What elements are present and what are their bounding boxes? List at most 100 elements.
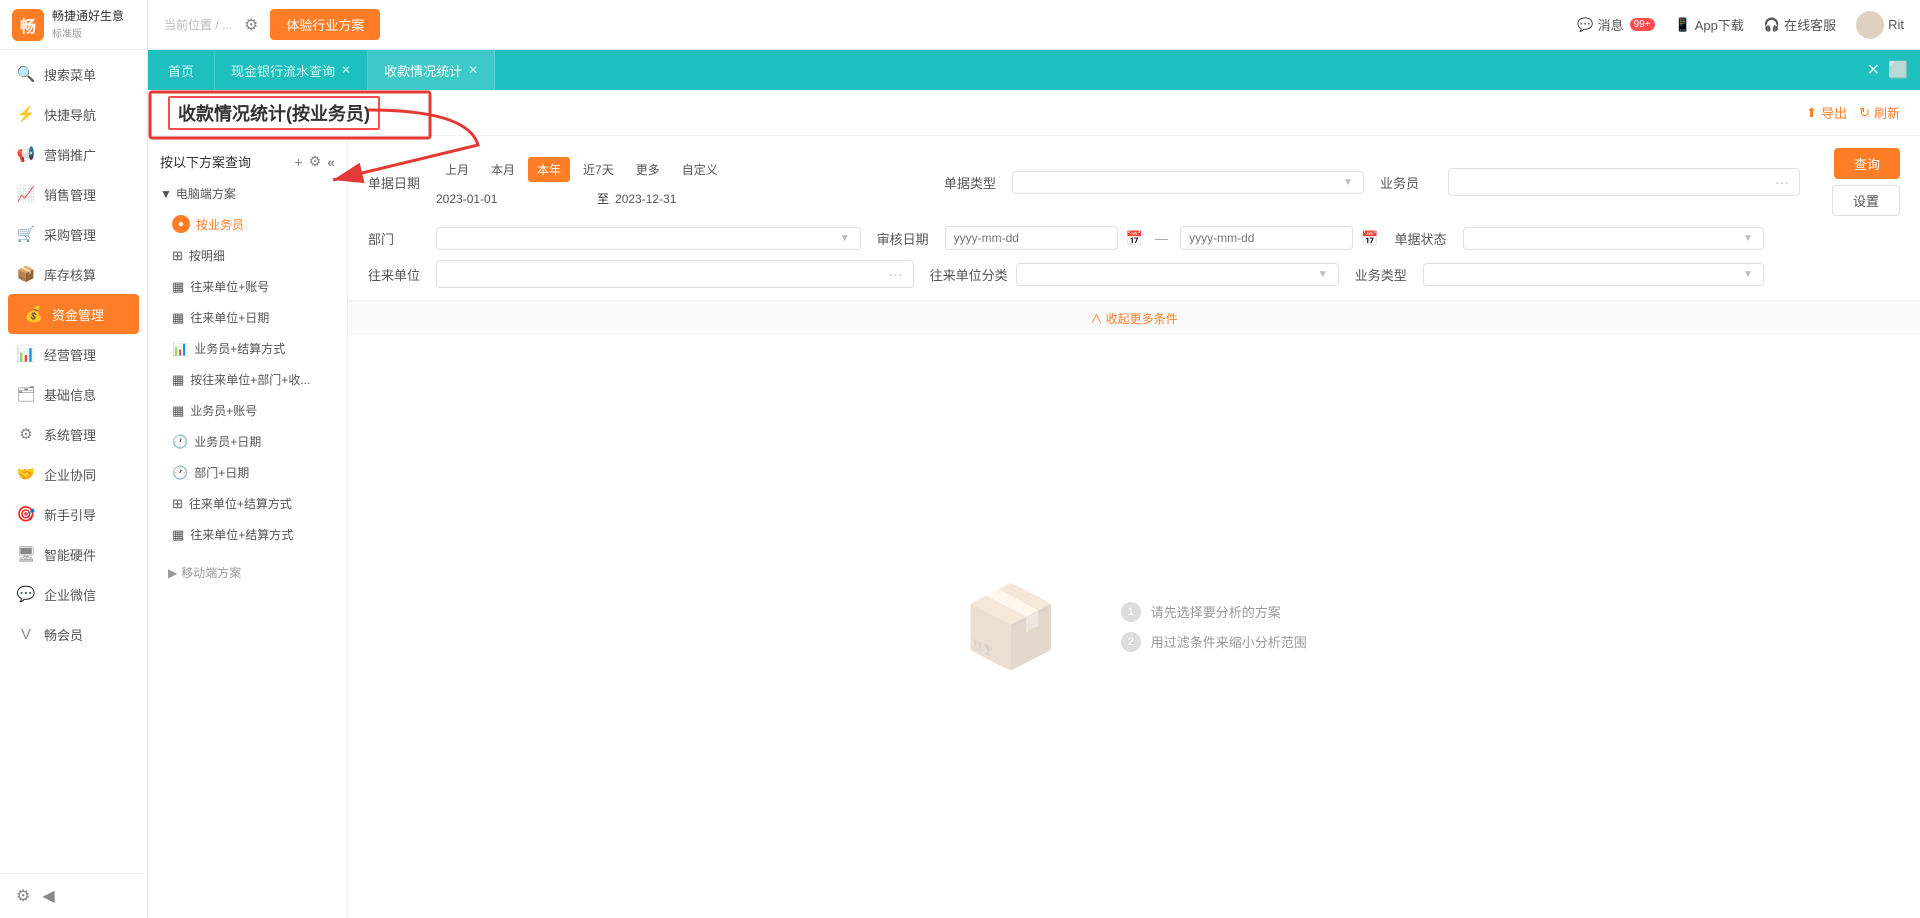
doc-type-select[interactable]: ▼ <box>1012 171 1364 194</box>
sidebar-item-operation[interactable]: 📊 经营管理 <box>0 334 147 374</box>
review-date-from[interactable] <box>945 226 1118 250</box>
scheme-by-salesperson[interactable]: ● 按业务员 <box>148 208 347 240</box>
review-date-icon-to[interactable]: 📅 <box>1361 230 1378 247</box>
scheme-unit-method1[interactable]: ⊞ 往来单位+结算方式 <box>148 488 347 519</box>
sidebar-item-label: 营销推广 <box>44 145 96 164</box>
dept-arrow: ▼ <box>840 233 850 244</box>
notification-action[interactable]: 💬 消息 99+ <box>1577 15 1654 34</box>
date-btn-custom[interactable]: 自定义 <box>673 157 727 182</box>
sidebar-item-hardware[interactable]: 🖥 智能硬件 <box>0 534 147 574</box>
sidebar: 畅 畅捷通好生意 标准版 🔍 搜索菜单 ⚡ 快捷导航 📢 营销推广 📈 销售管理… <box>0 0 148 918</box>
sidebar-item-sales[interactable]: 📈 销售管理 <box>0 174 147 214</box>
sidebar-item-finance[interactable]: 💰 资金管理 <box>8 294 139 334</box>
salesperson-select[interactable]: ··· <box>1448 168 1800 196</box>
settings-button[interactable]: 设置 <box>1832 185 1900 216</box>
date-filter-label: 单据日期 <box>368 173 428 192</box>
mobile-group-arrow: ▶ <box>168 566 177 580</box>
scheme-unit-dept[interactable]: ▦ 按往来单位+部门+收... <box>148 364 347 395</box>
review-date-to[interactable] <box>1180 226 1353 250</box>
scheme-by-detail[interactable]: ⊞ 按明细 <box>148 240 347 271</box>
notification-label: 消息 <box>1598 15 1624 34</box>
salesperson-filter-item: 业务员 ··· <box>1380 168 1800 196</box>
sidebar-item-purchase[interactable]: 🛒 采购管理 <box>0 214 147 254</box>
tab-home[interactable]: 首页 <box>148 50 215 90</box>
dept-select[interactable]: ▼ <box>436 227 861 250</box>
online-service-action[interactable]: 🎧 在线客服 <box>1764 15 1836 34</box>
app-download-action[interactable]: 📱 App下载 <box>1675 15 1744 34</box>
online-service-label: 在线客服 <box>1784 15 1836 34</box>
date-from-input[interactable] <box>436 192 591 206</box>
scheme-settings-icon[interactable]: ⚙ <box>309 153 322 170</box>
counterparty-dots[interactable]: ··· <box>889 266 903 282</box>
tab-collection[interactable]: 收款情况统计 ✕ <box>368 50 495 90</box>
scheme-sales-account[interactable]: ▦ 业务员+账号 <box>148 395 347 426</box>
empty-steps: 1 请先选择要分析的方案 2 用过滤条件来缩小分析范围 <box>1121 602 1307 652</box>
system-icon: ⚙ <box>16 424 36 444</box>
salesperson-dots[interactable]: ··· <box>1775 174 1789 190</box>
scheme-sales-method[interactable]: 📊 业务员+结算方式 <box>148 333 347 364</box>
sidebar-item-label: 库存核算 <box>44 265 96 284</box>
scheme-unit-date[interactable]: ▦ 往来单位+日期 <box>148 302 347 333</box>
vip-icon: V <box>16 624 36 644</box>
sidebar-item-marketing[interactable]: 📢 营销推广 <box>0 134 147 174</box>
tab-collection-close[interactable]: ✕ <box>468 63 478 77</box>
review-date-icon-from[interactable]: 📅 <box>1126 230 1143 247</box>
sidebar-item-vip[interactable]: V 畅会员 <box>0 614 147 654</box>
date-to-input[interactable] <box>615 192 770 206</box>
query-button[interactable]: 查询 <box>1834 148 1900 179</box>
logo-badge: 标准版 <box>52 25 124 40</box>
sidebar-item-system[interactable]: ⚙ 系统管理 <box>0 414 147 454</box>
date-btn-last-month[interactable]: 上月 <box>436 157 478 182</box>
date-btn-this-year[interactable]: 本年 <box>528 157 570 182</box>
date-btn-this-month[interactable]: 本月 <box>482 157 524 182</box>
sidebar-nav: 🔍 搜索菜单 ⚡ 快捷导航 📢 营销推广 📈 销售管理 🛒 采购管理 📦 库存核… <box>0 50 147 873</box>
tab-bank-close[interactable]: ✕ <box>341 63 351 77</box>
sidebar-item-search[interactable]: 🔍 搜索菜单 <box>0 54 147 94</box>
mobile-group-title[interactable]: ▶ 移动端方案 <box>148 558 347 587</box>
sidebar-item-wechat[interactable]: 💬 企业微信 <box>0 574 147 614</box>
sidebar-bottom: ⚙ ◀ <box>0 873 147 918</box>
tab-maximize-icon[interactable]: ⬜ <box>1888 60 1908 80</box>
settings-bottom-icon[interactable]: ⚙ <box>16 886 30 906</box>
user-info[interactable]: Rit <box>1856 11 1904 39</box>
collapse-bar[interactable]: ∧ 收起更多条件 <box>348 301 1920 335</box>
date-btn-more[interactable]: 更多 <box>627 157 669 182</box>
wechat-icon: 💬 <box>16 584 36 604</box>
export-button[interactable]: ⬆ 导出 <box>1806 103 1847 122</box>
sidebar-item-corp[interactable]: 🤝 企业协同 <box>0 454 147 494</box>
sidebar-item-quicknav[interactable]: ⚡ 快捷导航 <box>0 94 147 134</box>
scheme-unit-method2[interactable]: ▦ 往来单位+结算方式 <box>148 519 347 550</box>
sidebar-item-guide[interactable]: 🎯 新手引导 <box>0 494 147 534</box>
trial-button[interactable]: 体验行业方案 <box>270 9 380 40</box>
step-num-1: 1 <box>1121 602 1141 622</box>
sidebar-item-inventory[interactable]: 📦 库存核算 <box>0 254 147 294</box>
panel-collapse-icon[interactable]: « <box>327 154 335 170</box>
breadcrumb: 当前位置 / ... <box>164 16 232 33</box>
scheme-label: 往来单位+账号 <box>190 278 269 295</box>
header-gear-icon[interactable]: ⚙ <box>244 15 258 35</box>
collapse-sidebar-icon[interactable]: ◀ <box>42 886 54 906</box>
purchase-icon: 🛒 <box>16 224 36 244</box>
scheme-unit-account[interactable]: ▦ 往来单位+账号 <box>148 271 347 302</box>
desktop-group-title[interactable]: ▼ 电脑端方案 <box>148 179 347 208</box>
tab-close-all-icon[interactable]: ✕ <box>1867 60 1880 80</box>
doc-status-select[interactable]: ▼ <box>1463 227 1764 250</box>
biz-type-select[interactable]: ▼ <box>1423 263 1764 286</box>
date-btn-7days[interactable]: 近7天 <box>574 157 623 182</box>
sidebar-item-basic[interactable]: 🗂 基础信息 <box>0 374 147 414</box>
notification-badge: 99+ <box>1630 18 1655 31</box>
empty-illustration: 📦 <box>961 580 1061 674</box>
inventory-icon: 📦 <box>16 264 36 284</box>
counterparty-select[interactable]: ··· <box>436 260 914 288</box>
counterparty-category-select[interactable]: ▼ <box>1016 263 1339 286</box>
salesperson-active-dot: ● <box>172 215 190 233</box>
desktop-group-arrow: ▼ <box>160 187 172 201</box>
tab-bank[interactable]: 现金银行流水查询 ✕ <box>215 50 368 90</box>
operation-icon: 📊 <box>16 344 36 364</box>
refresh-button[interactable]: ↻ 刷新 <box>1859 103 1900 122</box>
scheme-dept-date[interactable]: 🕐 部门+日期 <box>148 457 347 488</box>
filter-panel-icons: + ⚙ « <box>294 153 335 170</box>
filter-panel-title: 按以下方案查询 <box>160 152 251 171</box>
scheme-sales-date[interactable]: 🕐 业务员+日期 <box>148 426 347 457</box>
add-scheme-icon[interactable]: + <box>294 154 302 170</box>
